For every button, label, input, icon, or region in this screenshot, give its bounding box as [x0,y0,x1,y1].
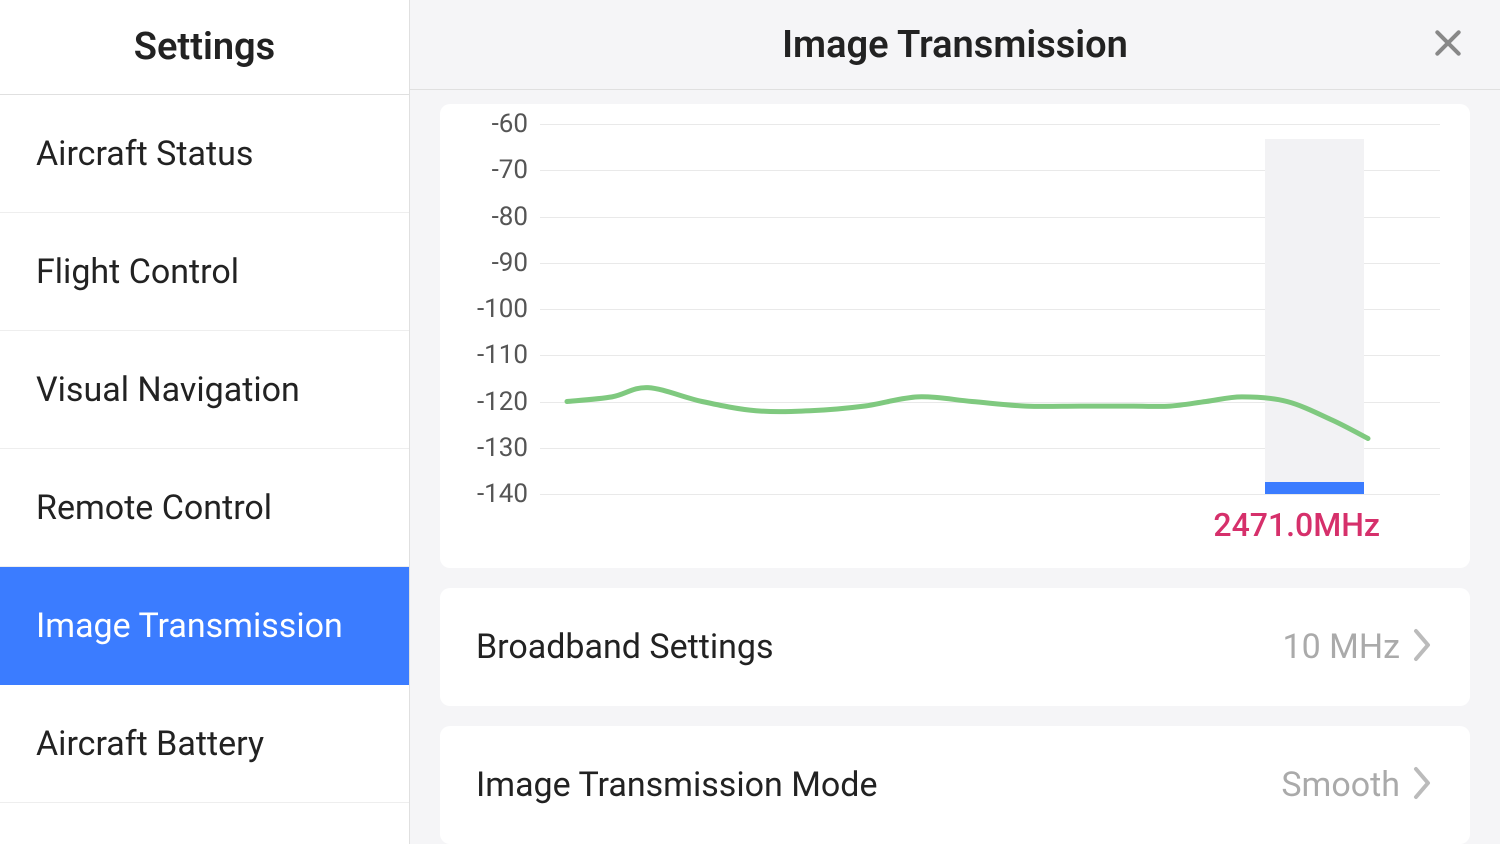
chart-y-tick: -90 [492,248,528,278]
sidebar-item-aircraft-status[interactable]: Aircraft Status [0,95,409,213]
sidebar: Settings Aircraft Status Flight Control … [0,0,410,844]
close-icon [1432,27,1464,63]
broadband-value: 10 MHz [1283,627,1400,667]
sidebar-item-remote-control[interactable]: Remote Control [0,449,409,567]
chart-y-tick: -80 [492,202,528,232]
chart-gridline [540,494,1440,495]
chevron-right-icon [1410,627,1434,667]
signal-chart[interactable]: -60-70-80-90-100-110-120-130-140 [470,124,1440,494]
chart-y-tick: -100 [477,294,528,324]
sidebar-item-label: Image Transmission [36,606,343,646]
selected-frequency-label: 2471.0MHz [470,494,1440,544]
sidebar-item-label: Remote Control [36,488,272,528]
chart-y-tick: -140 [477,479,528,509]
transmission-mode-value-wrap: Smooth [1281,765,1434,805]
broadband-label: Broadband Settings [476,627,774,667]
signal-chart-card: -60 -70 -80 -90 -100 -110 -120 -130 -140 2471.0M… [440,104,1470,568]
transmission-mode-row[interactable]: Image Transmission Mode Smooth [440,726,1470,844]
chart-frequency-marker[interactable] [1265,482,1364,494]
chevron-right-icon [1410,765,1434,805]
content: -60 -70 -80 -90 -100 -110 -120 -130 -140 2471.0M… [410,90,1500,844]
chart-y-axis: -60-70-80-90-100-110-120-130-140 [470,124,540,494]
chart-gridline [540,124,1440,125]
sidebar-header: Settings [0,0,409,95]
sidebar-item-label: Visual Navigation [36,370,300,410]
close-button[interactable] [1426,23,1470,67]
chart-plot[interactable] [540,124,1440,494]
main: Image Transmission -60-70-80-90-100-110-… [410,0,1500,844]
sidebar-item-image-transmission[interactable]: Image Transmission [0,567,409,685]
sidebar-item-aircraft-battery[interactable]: Aircraft Battery [0,685,409,803]
page-title: Image Transmission [782,23,1128,67]
chart-selected-band[interactable] [1265,139,1364,494]
main-header: Image Transmission [410,0,1500,90]
sidebar-item-visual-navigation[interactable]: Visual Navigation [0,331,409,449]
broadband-value-wrap: 10 MHz [1283,627,1434,667]
sidebar-title: Settings [134,25,275,69]
chart-y-tick: -120 [477,387,528,417]
sidebar-item-label: Flight Control [36,252,239,292]
sidebar-item-label: Aircraft Status [36,134,253,174]
broadband-settings-row[interactable]: Broadband Settings 10 MHz [440,588,1470,706]
sidebar-item-label: Aircraft Battery [36,724,264,764]
chart-y-tick: -60 [492,109,528,139]
chart-y-tick: -130 [477,433,528,463]
transmission-mode-label: Image Transmission Mode [476,765,878,805]
transmission-mode-value: Smooth [1281,765,1400,805]
sidebar-item-flight-control[interactable]: Flight Control [0,213,409,331]
chart-y-tick: -110 [477,340,528,370]
chart-y-tick: -70 [492,155,528,185]
